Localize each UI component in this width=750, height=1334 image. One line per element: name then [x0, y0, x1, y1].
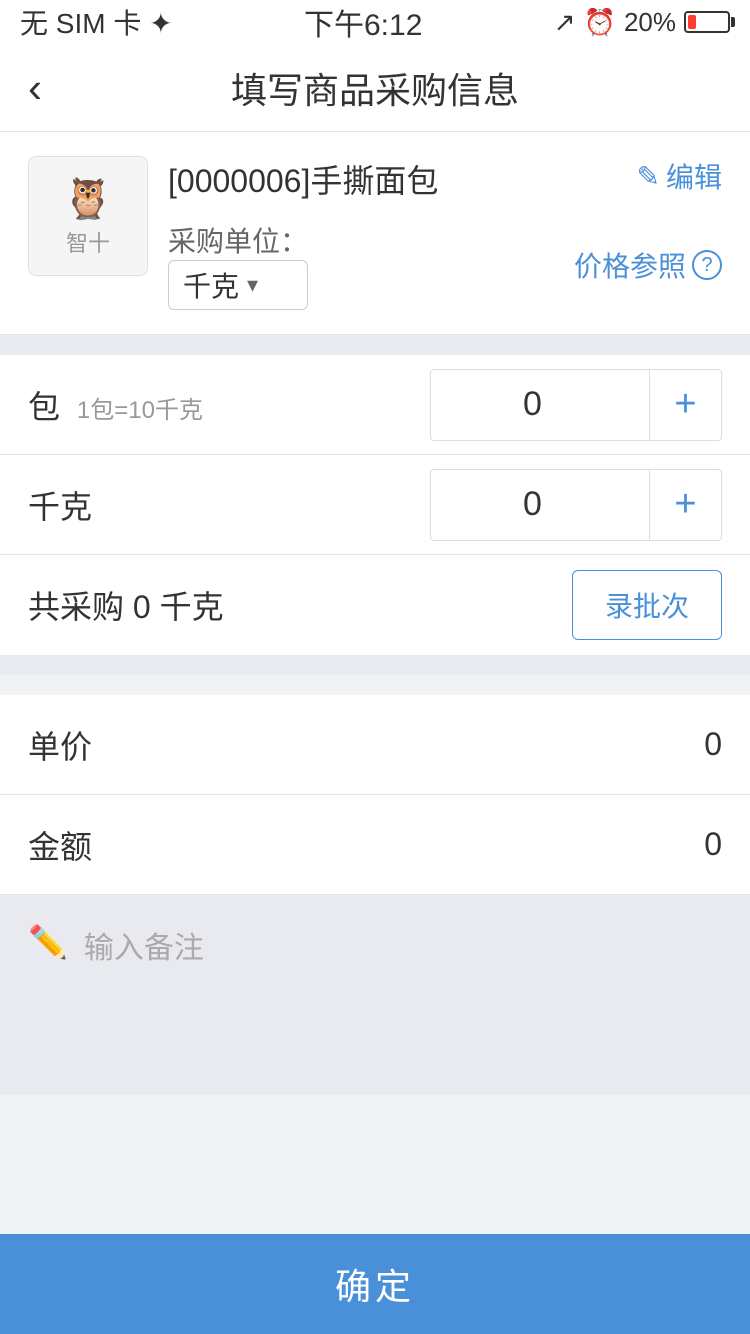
- unit-value: 千克: [183, 265, 239, 305]
- bao-input[interactable]: [430, 369, 650, 441]
- pencil-icon: ✏️: [28, 923, 68, 961]
- unit-price-label: 单价: [28, 722, 92, 768]
- batch-button[interactable]: 录批次: [572, 570, 722, 640]
- unit-price-row: 单价 0: [0, 695, 750, 795]
- thumb-label: 智十: [66, 226, 110, 258]
- nav-bar: ‹ 填写商品采购信息: [0, 44, 750, 132]
- bottom-spacer: [0, 1095, 750, 1195]
- location-icon: ↗: [554, 7, 576, 38]
- amount-row: 金额 0: [0, 795, 750, 895]
- price-section: 单价 0 金额 0: [0, 695, 750, 895]
- price-ref-label: 价格参照: [574, 245, 686, 285]
- kg-input[interactable]: [430, 469, 650, 541]
- unit-price-value: 0: [704, 726, 722, 763]
- status-left: 无 SIM 卡 ✦: [20, 2, 173, 42]
- help-icon: ?: [692, 250, 722, 280]
- kg-input-row: 千克 +: [0, 455, 750, 555]
- status-right: ↗ ⏰ 20%: [554, 7, 730, 38]
- product-card: 🦉 智十 [0000006]手撕面包 ✎ 编辑 采购单位： 千克 ▾ 价格参照 …: [0, 132, 750, 335]
- bao-input-row: 包 1包=10千克 +: [0, 355, 750, 455]
- sim-status: 无 SIM 卡 ✦: [20, 2, 173, 42]
- price-ref-button[interactable]: 价格参照 ?: [574, 245, 722, 285]
- total-row: 共采购 0 千克 录批次: [0, 555, 750, 655]
- kg-input-wrap: +: [430, 469, 722, 541]
- alarm-icon: ⏰: [584, 7, 616, 38]
- bao-label: 包 1包=10千克: [28, 382, 430, 428]
- battery-fill: [688, 15, 696, 29]
- confirm-button[interactable]: 确定: [0, 1234, 750, 1334]
- unit-selector[interactable]: 千克 ▾: [168, 260, 308, 310]
- product-unit-row: 采购单位： 千克 ▾ 价格参照 ?: [168, 220, 722, 310]
- note-placeholder: 输入备注: [84, 923, 204, 967]
- amount-label: 金额: [28, 822, 92, 868]
- battery-percent: 20%: [624, 7, 676, 38]
- status-bar: 无 SIM 卡 ✦ 下午6:12 ↗ ⏰ 20%: [0, 0, 750, 44]
- confirm-button-wrap: 确定: [0, 1234, 750, 1334]
- bao-input-wrap: +: [430, 369, 722, 441]
- edit-button[interactable]: ✎ 编辑: [637, 156, 722, 196]
- edit-icon: ✎: [637, 160, 660, 193]
- product-info: [0000006]手撕面包 ✎ 编辑 采购单位： 千克 ▾ 价格参照 ?: [168, 156, 722, 310]
- page-title: 填写商品采购信息: [231, 62, 519, 114]
- amount-value: 0: [704, 826, 722, 863]
- kg-label: 千克: [28, 482, 430, 528]
- product-thumbnail: 🦉 智十: [28, 156, 148, 276]
- section-divider-1: [0, 335, 750, 355]
- status-time: 下午6:12: [304, 0, 422, 44]
- unit-prefix: 采购单位： 千克 ▾: [168, 220, 308, 310]
- battery-icon: [684, 11, 730, 33]
- bao-sublabel: 1包=10千克: [77, 397, 203, 424]
- input-section: 包 1包=10千克 + 千克 + 共采购 0 千克 录批次: [0, 355, 750, 655]
- kg-plus-button[interactable]: +: [650, 469, 722, 541]
- bao-plus-button[interactable]: +: [650, 369, 722, 441]
- dropdown-arrow-icon: ▾: [247, 272, 258, 298]
- product-name: [0000006]手撕面包: [168, 156, 438, 202]
- note-section[interactable]: ✏️ 输入备注: [0, 895, 750, 1095]
- section-divider-2: [0, 655, 750, 675]
- product-name-row: [0000006]手撕面包 ✎ 编辑: [168, 156, 722, 202]
- edit-label: 编辑: [666, 156, 722, 196]
- owl-icon: 🦉: [63, 175, 113, 222]
- total-label: 共采购 0 千克: [28, 582, 224, 628]
- back-button[interactable]: ‹: [28, 64, 42, 112]
